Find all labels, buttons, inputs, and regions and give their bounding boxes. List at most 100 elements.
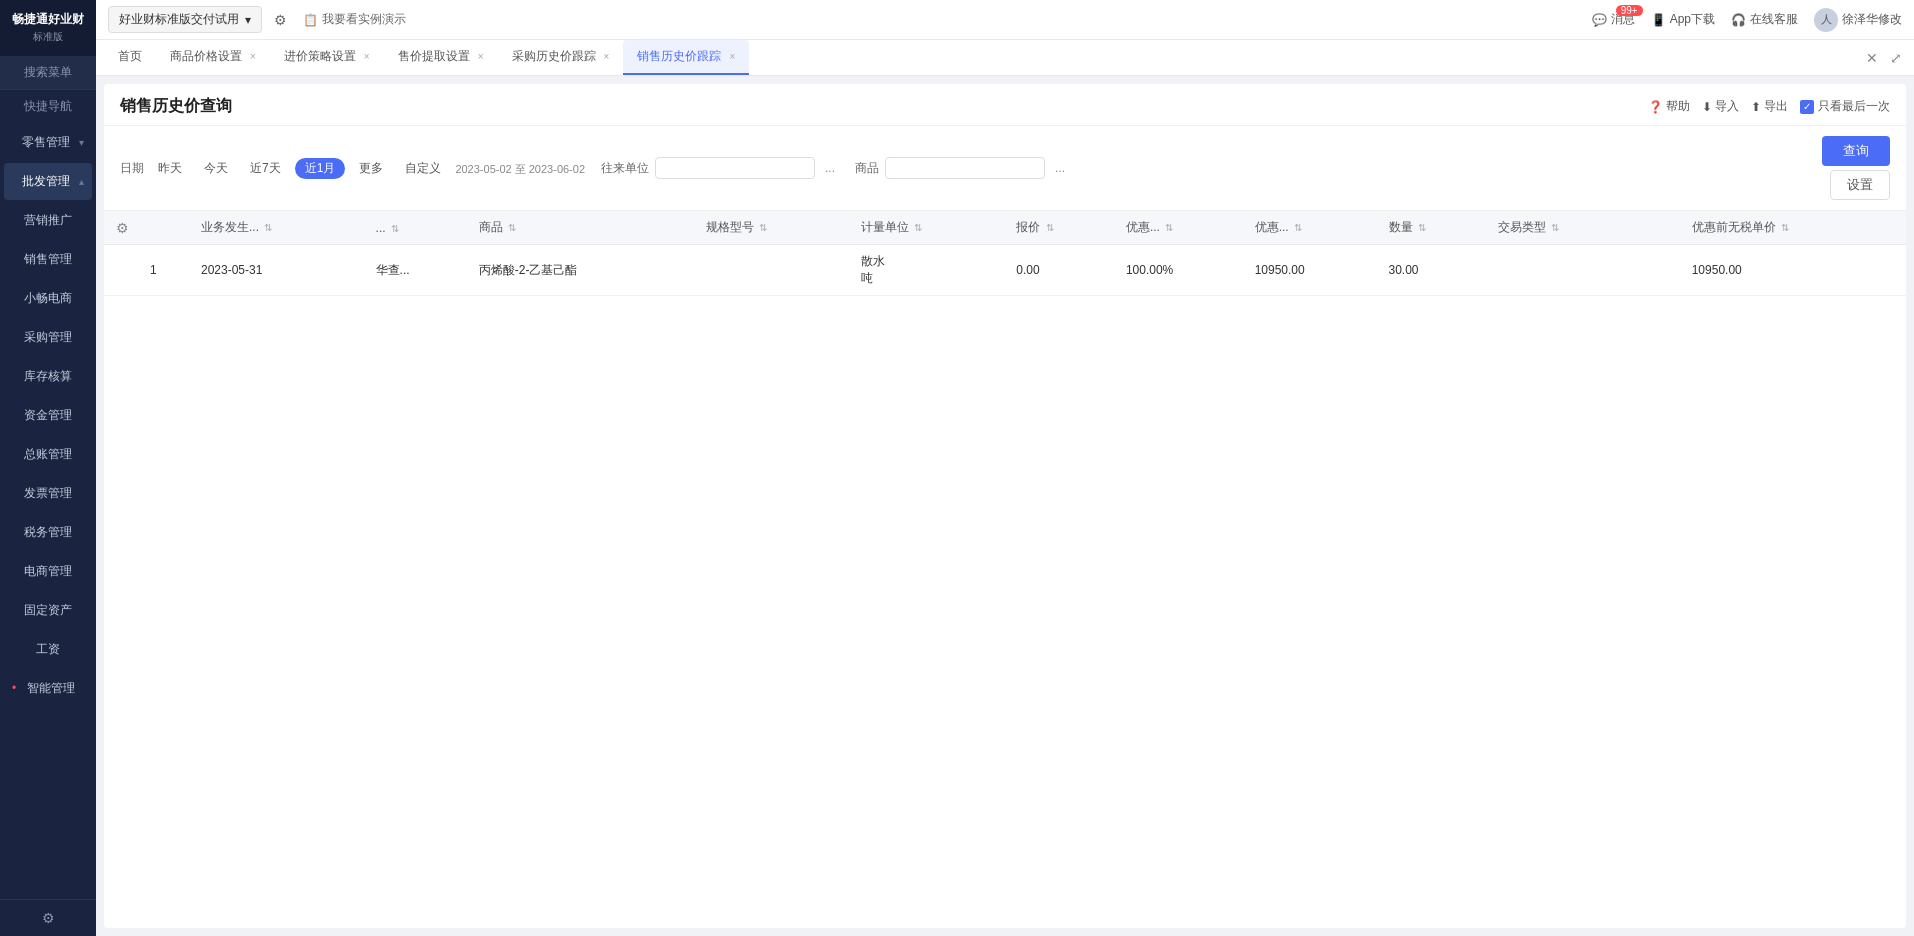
table-header-row: ⚙ 业务发生... ⇅ ... ⇅ 商品 ⇅ xyxy=(104,211,1906,245)
message-button[interactable]: 💬 消息 99+ xyxy=(1592,11,1635,28)
sidebar-item-marketing[interactable]: 营销推广 xyxy=(4,202,92,239)
col-trade-type[interactable]: 交易类型 ⇅ xyxy=(1488,211,1643,245)
sidebar-quick-nav[interactable]: 快捷导航 xyxy=(0,90,96,123)
sort-icon-price: ⇅ xyxy=(1046,222,1054,233)
help-icon: ❓ xyxy=(1648,100,1663,114)
app-download-button[interactable]: 📱 App下载 xyxy=(1651,11,1715,28)
import-button[interactable]: ⬇ 导入 xyxy=(1702,98,1739,115)
tab-home[interactable]: 首页 xyxy=(104,40,156,75)
demo-icon: 📋 xyxy=(303,13,318,27)
sidebar-item-invoice[interactable]: 发票管理 xyxy=(4,475,92,512)
topbar-settings-icon[interactable]: ⚙ xyxy=(270,8,291,32)
content-area: 销售历史价查询 ❓ 帮助 ⬇ 导入 ⬆ 导出 ✓ 只看最后一次 xyxy=(104,84,1906,928)
help-button[interactable]: ❓ 帮助 xyxy=(1648,98,1690,115)
date-filter-group: 日期 昨天 今天 近7天 近1月 更多 自定义 2023-05-02 至 202… xyxy=(120,158,585,179)
tab-price[interactable]: 商品价格设置 × xyxy=(156,40,270,75)
col-discount1[interactable]: 优惠... ⇅ xyxy=(1116,211,1245,245)
sidebar-item-assets[interactable]: 固定资产 xyxy=(4,592,92,629)
only-last-checkbox[interactable]: ✓ xyxy=(1800,100,1814,114)
date-btn-last1m[interactable]: 近1月 xyxy=(295,158,346,179)
from-unit-input[interactable] xyxy=(655,157,815,179)
sidebar-item-inventory[interactable]: 库存核算 xyxy=(4,358,92,395)
filter-settings-button[interactable]: 设置 xyxy=(1830,170,1890,200)
sidebar-item-purchase[interactable]: 采购管理 xyxy=(4,319,92,356)
col-biz-date[interactable]: 业务发生... ⇅ xyxy=(191,211,366,245)
tab-purchase-history[interactable]: 采购历史价跟踪 × xyxy=(498,40,624,75)
date-btn-today[interactable]: 今天 xyxy=(196,158,236,179)
page-actions: ❓ 帮助 ⬇ 导入 ⬆ 导出 ✓ 只看最后一次 xyxy=(1648,98,1890,115)
date-btn-more[interactable]: 更多 xyxy=(351,158,391,179)
sidebar-item-sales[interactable]: 销售管理 xyxy=(4,241,92,278)
row-discount2: 10950.00 xyxy=(1245,245,1379,296)
settings-icon[interactable]: ⚙ xyxy=(42,910,55,926)
date-btn-last7[interactable]: 近7天 xyxy=(242,158,289,179)
sidebar-item-retail[interactable]: 零售管理 ▾ xyxy=(4,124,92,161)
chevron-icon-wholesale: ▴ xyxy=(79,176,84,187)
user-menu[interactable]: 人 徐泽华修改 xyxy=(1814,8,1902,32)
col-pretax-price[interactable]: 优惠前无税单价 ⇅ xyxy=(1682,211,1906,245)
sidebar-item-finance[interactable]: 资金管理 xyxy=(4,397,92,434)
date-btn-yesterday[interactable]: 昨天 xyxy=(150,158,190,179)
table-gear-icon[interactable]: ⚙ xyxy=(116,220,129,236)
tab-close-sales-history[interactable]: × xyxy=(729,51,735,62)
row-biz-date: 2023-05-31 xyxy=(191,245,366,296)
sort-icon-quantity: ⇅ xyxy=(1418,222,1426,233)
sidebar-item-wholesale[interactable]: 批发管理 ▴ xyxy=(4,163,92,200)
sidebar: 畅捷通好业财 标准版 搜索菜单 快捷导航 零售管理 ▾ 批发管理 ▴ 营销推广 … xyxy=(0,0,96,936)
only-last-toggle[interactable]: ✓ 只看最后一次 xyxy=(1800,98,1890,115)
tab-close-purchase-history[interactable]: × xyxy=(604,51,610,62)
tab-close-sale-extract[interactable]: × xyxy=(478,51,484,62)
date-btn-custom[interactable]: 自定义 xyxy=(397,158,449,179)
chevron-icon-retail: ▾ xyxy=(79,137,84,148)
table-row: 1 2023-05-31 华查... 丙烯酸-2-乙基己酯 散水 吨 0.00 … xyxy=(104,245,1906,296)
topbar: 好业财标准版交付试用 ▾ ⚙ 📋 我要看实例演示 💬 消息 99+ 📱 App下… xyxy=(96,0,1914,40)
tab-sale-extract[interactable]: 售价提取设置 × xyxy=(384,40,498,75)
row-trade-type xyxy=(1488,245,1643,296)
online-service-button[interactable]: 🎧 在线客服 xyxy=(1731,11,1798,28)
product-more-btn[interactable]: ... xyxy=(1051,159,1069,177)
dropdown-icon: ▾ xyxy=(245,13,251,27)
date-range-display: 2023-05-02 至 2023-06-02 xyxy=(455,162,585,177)
col-price[interactable]: 报价 ⇅ xyxy=(1006,211,1116,245)
query-button[interactable]: 查询 xyxy=(1822,136,1890,166)
product-input[interactable] xyxy=(885,157,1045,179)
tab-close-price[interactable]: × xyxy=(250,51,256,62)
topbar-right: 💬 消息 99+ 📱 App下载 🎧 在线客服 人 徐泽华修改 xyxy=(1592,8,1902,32)
sidebar-item-tax[interactable]: 税务管理 xyxy=(4,514,92,551)
from-unit-more-btn[interactable]: ... xyxy=(821,159,839,177)
col-quantity[interactable]: 数量 ⇅ xyxy=(1379,211,1489,245)
data-table: ⚙ 业务发生... ⇅ ... ⇅ 商品 ⇅ xyxy=(104,211,1906,296)
tabs-right-controls: ✕ ⤢ xyxy=(1862,46,1914,70)
col-product[interactable]: 商品 ⇅ xyxy=(469,211,696,245)
tab-sales-history[interactable]: 销售历史价跟踪 × xyxy=(623,40,749,75)
sort-icon-discount2: ⇅ xyxy=(1294,222,1302,233)
sort-icon-pretax-price: ⇅ xyxy=(1781,222,1789,233)
tab-close-purchase-strategy[interactable]: × xyxy=(364,51,370,62)
product-filter-group: 商品 ... xyxy=(855,157,1069,179)
row-price: 0.00 xyxy=(1006,245,1116,296)
row-unit: 散水 吨 xyxy=(851,245,1006,296)
sidebar-item-xiaochang[interactable]: 小畅电商 xyxy=(4,280,92,317)
sort-icon-more: ⇅ xyxy=(391,223,399,234)
sidebar-item-payroll[interactable]: 工资 xyxy=(4,631,92,668)
col-spec[interactable]: 规格型号 ⇅ xyxy=(696,211,851,245)
col-more[interactable]: ... ⇅ xyxy=(366,211,469,245)
sort-icon-trade-type: ⇅ xyxy=(1551,222,1559,233)
sidebar-item-ai[interactable]: 智能管理 xyxy=(4,670,92,707)
col-discount2[interactable]: 优惠... ⇅ xyxy=(1245,211,1379,245)
demo-link[interactable]: 📋 我要看实例演示 xyxy=(303,11,406,28)
message-icon: 💬 xyxy=(1592,13,1607,27)
page-header: 销售历史价查询 ❓ 帮助 ⬇ 导入 ⬆ 导出 ✓ 只看最后一次 xyxy=(104,84,1906,126)
col-unit[interactable]: 计量单位 ⇅ xyxy=(851,211,1006,245)
sidebar-item-ledger[interactable]: 总账管理 xyxy=(4,436,92,473)
page-title: 销售历史价查询 xyxy=(120,96,232,117)
sidebar-item-ecom[interactable]: 电商管理 xyxy=(4,553,92,590)
row-product: 丙烯酸-2-乙基己酯 xyxy=(469,245,696,296)
tab-expand-button[interactable]: ⤢ xyxy=(1886,46,1906,70)
col-spacer xyxy=(1643,211,1681,245)
tab-purchase-strategy[interactable]: 进价策略设置 × xyxy=(270,40,384,75)
company-selector[interactable]: 好业财标准版交付试用 ▾ xyxy=(108,6,262,33)
tab-close-window-button[interactable]: ✕ xyxy=(1862,46,1882,70)
export-button[interactable]: ⬆ 导出 xyxy=(1751,98,1788,115)
sidebar-search[interactable]: 搜索菜单 xyxy=(0,56,96,90)
